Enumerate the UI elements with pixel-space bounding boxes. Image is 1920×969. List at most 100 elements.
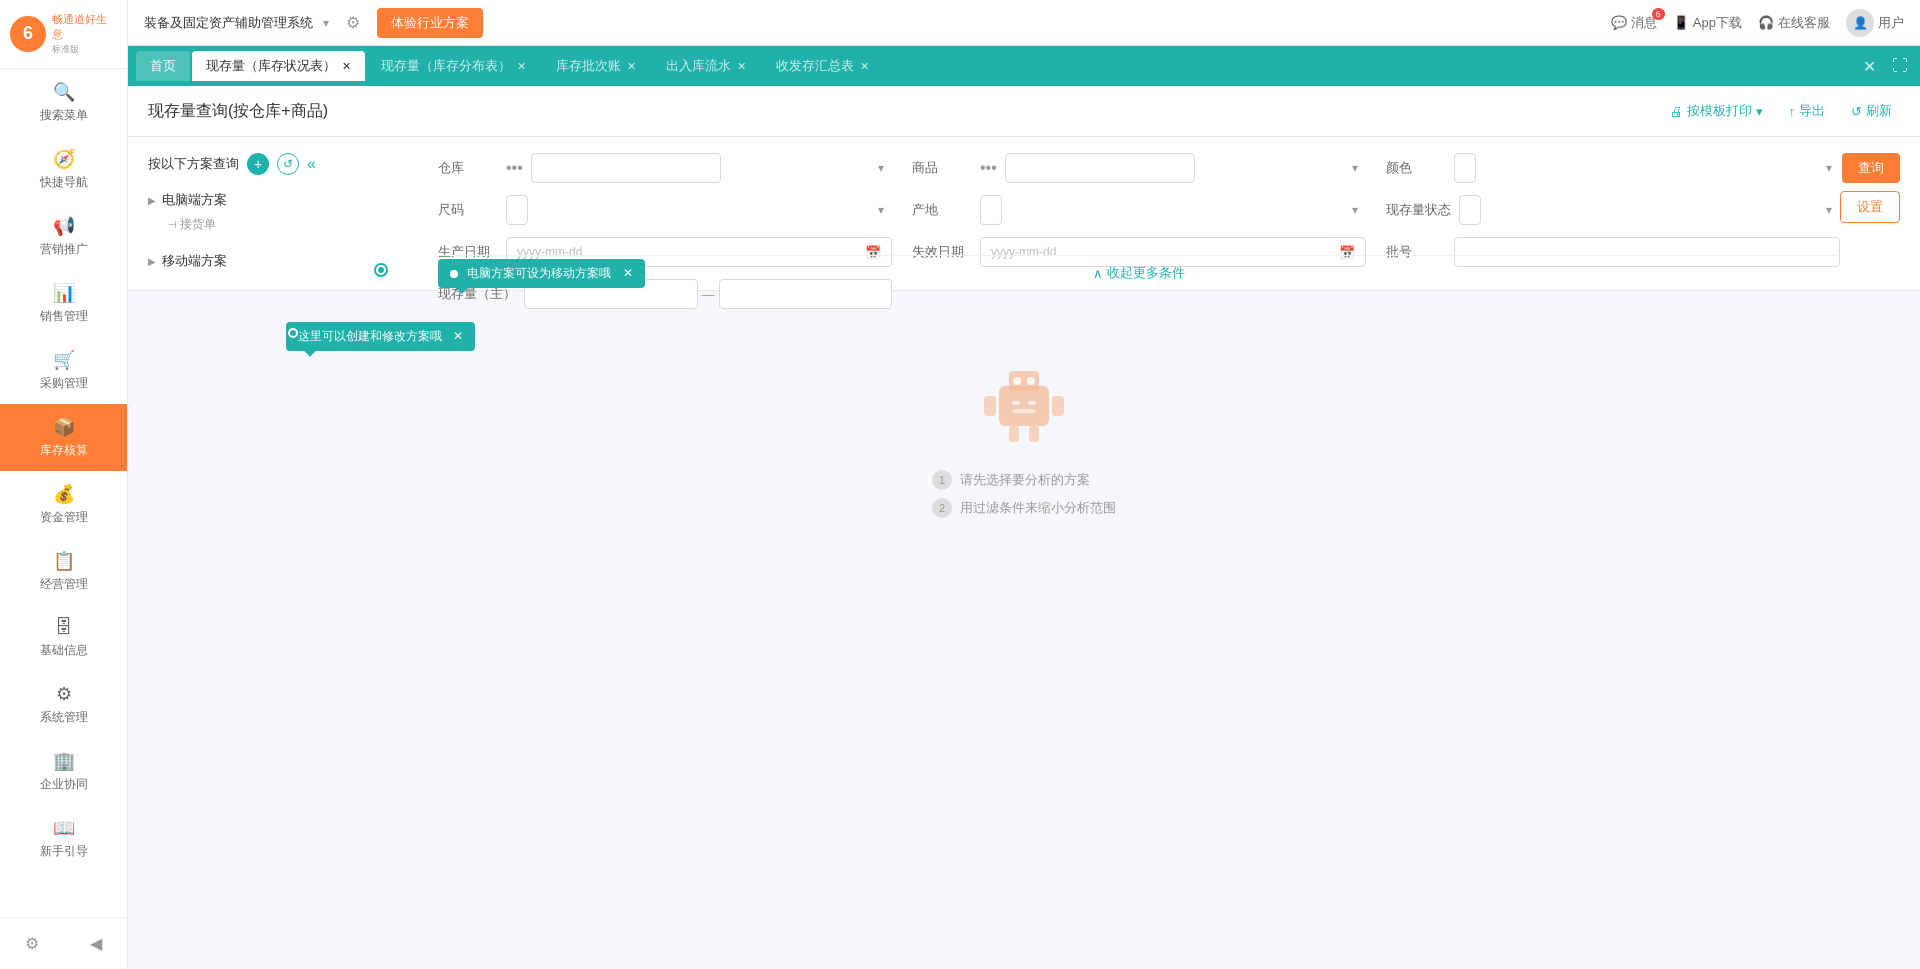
sidebar-item-operations[interactable]: 📋经营管理 — [0, 538, 127, 605]
tooltip1-connector — [376, 265, 386, 275]
svg-rect-10 — [1012, 409, 1036, 413]
goods-options-icon[interactable]: ••• — [980, 159, 997, 177]
scheme-desktop-label: 电脑端方案 — [162, 191, 227, 209]
tab-close-icon[interactable]: ✕ — [517, 61, 526, 72]
sales-icon: 📊 — [53, 282, 75, 304]
expand-icon-mobile[interactable]: ▶ — [148, 256, 156, 267]
tab-inventory_status[interactable]: 现存量（库存状况表）✕ — [192, 51, 365, 81]
warehouse-options-icon[interactable]: ••• — [506, 159, 523, 177]
sidebar-item-guide[interactable]: 📖新手引导 — [0, 805, 127, 872]
empty-step-1: 1 请先选择要分析的方案 — [932, 470, 1116, 490]
phone-icon: 📱 — [1673, 15, 1689, 30]
color-field: 颜色 — [1386, 153, 1840, 183]
svg-rect-4 — [984, 396, 996, 416]
tab-close-icon[interactable]: ✕ — [627, 61, 636, 72]
empty-illustration — [974, 351, 1074, 454]
color-label: 颜色 — [1386, 159, 1446, 177]
print-icon: 🖨 — [1670, 104, 1683, 119]
sidebar-item-search[interactable]: 🔍搜索菜单 — [0, 69, 127, 136]
system-dropdown-icon[interactable]: ▾ — [323, 16, 329, 30]
nav-label: 企业协同 — [40, 776, 88, 793]
svg-rect-0 — [999, 386, 1049, 426]
close-all-tabs-icon[interactable]: ✕ — [1859, 53, 1880, 80]
app-download-button[interactable]: 📱 App下载 — [1673, 14, 1742, 32]
sidebar-item-enterprise[interactable]: 🏢 企业协同 — [0, 738, 127, 805]
tooltip-dot-1 — [450, 270, 458, 278]
settings-icon[interactable]: ⚙ — [19, 928, 45, 959]
tab-label: 现存量（库存分布表） — [381, 57, 511, 75]
refresh-scheme-button[interactable]: ↺ — [277, 153, 299, 175]
sidebar-item-sales[interactable]: 📊销售管理 — [0, 270, 127, 337]
expand-icon[interactable]: ▶ — [148, 195, 156, 206]
logo-text-line1: 畅通道好生意 — [52, 12, 117, 43]
form-fields-area: 仓库 ••• 商品 ••• 颜色 — [438, 153, 1840, 240]
child-label: 接货单 — [180, 217, 216, 231]
refresh-button[interactable]: ↺ 刷新 — [1843, 98, 1900, 124]
tab-close-icon[interactable]: ✕ — [860, 61, 869, 72]
goods-label: 商品 — [912, 159, 972, 177]
header-gear-icon[interactable]: ⚙ — [339, 9, 367, 37]
nav-label: 库存核算 — [40, 442, 88, 459]
set-button[interactable]: 设置 — [1840, 191, 1900, 223]
sidebar-bottom: ⚙ ◀ — [0, 917, 127, 969]
sidebar-item-marketing[interactable]: 📢营销推广 — [0, 203, 127, 270]
collapse-sidebar-icon[interactable]: ◀ — [84, 928, 108, 959]
nav-label: 营销推广 — [40, 241, 88, 258]
expand-tabs-icon[interactable]: ⛶ — [1888, 53, 1912, 80]
inventory-icon: 📦 — [53, 416, 75, 438]
enterprise-icon: 🏢 — [53, 750, 75, 772]
print-button[interactable]: 🖨 按模板打印 ▾ — [1662, 98, 1771, 124]
sidebar-item-basic[interactable]: 🗄基础信息 — [0, 605, 127, 671]
sidebar-item-inventory[interactable]: 📦 库存核算 — [0, 404, 127, 471]
origin-select[interactable] — [980, 195, 1002, 225]
tab-collect[interactable]: 收发存汇总表✕ — [762, 51, 883, 81]
collapse-button[interactable]: ∧ 收起更多条件 — [438, 255, 1840, 290]
tab-batch[interactable]: 库存批次账✕ — [542, 51, 650, 81]
top-header: 装备及固定资产辅助管理系统 ▾ ⚙ 体验行业方案 💬 消息 6 📱 App下载 … — [128, 0, 1920, 46]
add-scheme-button[interactable]: + — [247, 153, 269, 175]
sidebar-nav: 🔍搜索菜单🧭快捷导航📢营销推广📊销售管理🛒采购管理 📦 库存核算 💰资金管理📋经营管理… — [0, 69, 127, 917]
content-area: 现存量查询(按仓库+商品) 🖨 按模板打印 ▾ ↑ 导出 ↺ 刷新 — [128, 86, 1920, 969]
tab-close-icon[interactable]: ✕ — [342, 61, 351, 72]
warehouse-field: 仓库 ••• — [438, 153, 892, 183]
app-label: App下载 — [1693, 14, 1742, 32]
sidebar-item-finance[interactable]: 💰资金管理 — [0, 471, 127, 538]
finance-icon: 💰 — [53, 483, 75, 505]
goods-input[interactable] — [1005, 153, 1195, 183]
tooltip1-close-icon[interactable]: ✕ — [623, 266, 633, 280]
inventory-status-field: 现存量状态 — [1386, 195, 1840, 225]
avatar: 👤 — [1846, 9, 1874, 37]
tab-label: 出入库流水 — [666, 57, 731, 75]
step1-text: 请先选择要分析的方案 — [960, 471, 1090, 489]
message-button[interactable]: 💬 消息 6 — [1611, 14, 1657, 32]
user-button[interactable]: 👤 用户 — [1846, 9, 1904, 37]
online-support-button[interactable]: 🎧 在线客服 — [1758, 14, 1830, 32]
tab-home[interactable]: 首页 — [136, 51, 190, 81]
search-button[interactable]: 查询 — [1842, 153, 1900, 183]
tab-close-icon[interactable]: ✕ — [737, 61, 746, 72]
empty-robot-icon — [974, 351, 1074, 451]
message-icon: 💬 — [1611, 15, 1627, 30]
main-area: 装备及固定资产辅助管理系统 ▾ ⚙ 体验行业方案 💬 消息 6 📱 App下载 … — [128, 0, 1920, 969]
experience-button[interactable]: 体验行业方案 — [377, 8, 483, 38]
color-select[interactable] — [1454, 153, 1476, 183]
arrow-left-icon[interactable]: « — [307, 155, 316, 173]
tab-inout[interactable]: 出入库流水 ✕ — [652, 51, 760, 81]
inventory-status-select[interactable] — [1459, 195, 1481, 225]
svg-point-3 — [1027, 377, 1035, 385]
warehouse-input[interactable] — [531, 153, 721, 183]
logo-icon: 6 — [10, 16, 46, 52]
sidebar-item-purchase[interactable]: 🛒采购管理 — [0, 337, 127, 404]
step2-text: 用过滤条件来缩小分析范围 — [960, 499, 1116, 517]
tab-inventory_dist[interactable]: 现存量（库存分布表） ✕ — [367, 51, 540, 81]
sub-icon: ⊣ — [168, 219, 177, 230]
tooltip2-close-icon[interactable]: ✕ — [453, 329, 463, 343]
size-label: 尺码 — [438, 201, 498, 219]
sidebar-item-system[interactable]: ⚙系统管理 — [0, 671, 127, 738]
refresh-icon: ↺ — [1851, 104, 1862, 119]
step-num-1: 1 — [932, 470, 952, 490]
export-button[interactable]: ↑ 导出 — [1781, 98, 1834, 124]
size-select[interactable] — [506, 195, 528, 225]
sidebar-item-quick[interactable]: 🧭快捷导航 — [0, 136, 127, 203]
system-name: 装备及固定资产辅助管理系统 — [144, 14, 313, 32]
